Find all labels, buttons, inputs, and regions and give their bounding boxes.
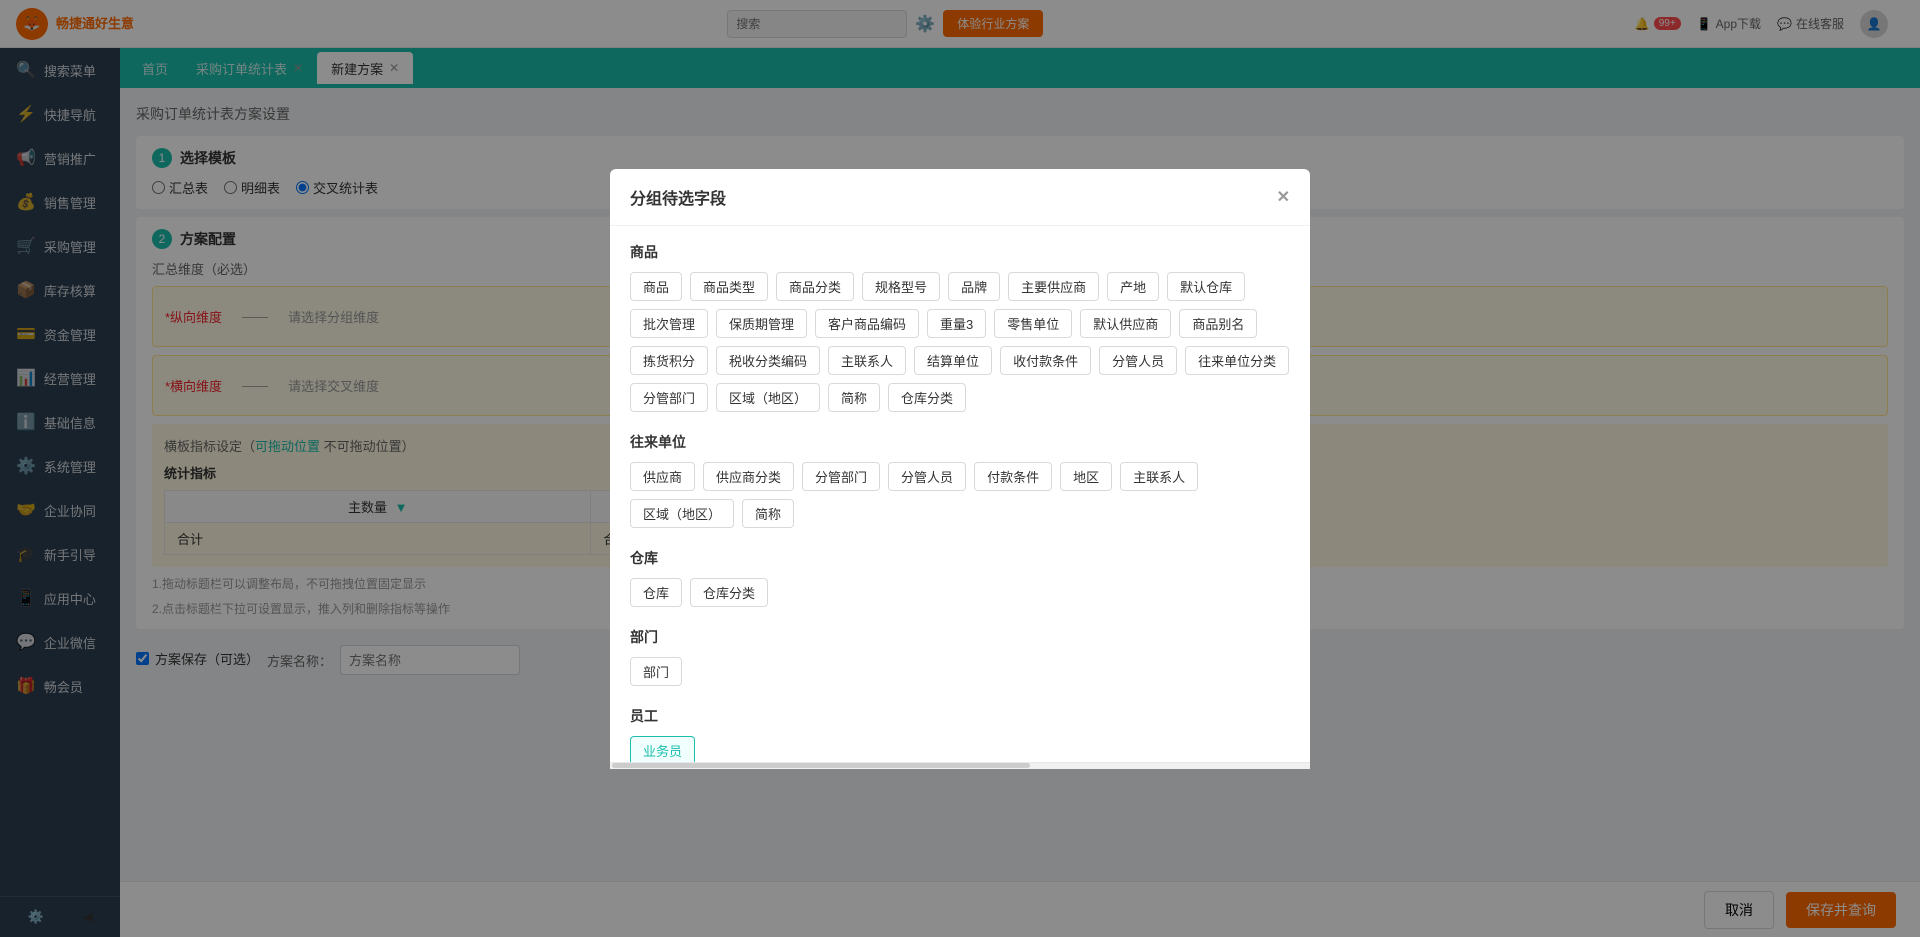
field-tag[interactable]: 地区 — [1060, 462, 1112, 491]
field-tag[interactable]: 重量3 — [927, 309, 986, 338]
field-tag[interactable]: 商品类型 — [690, 272, 768, 301]
modal-section-仓库: 仓库仓库仓库分类 — [630, 548, 1290, 607]
field-tag[interactable]: 拣货积分 — [630, 346, 708, 375]
field-tag[interactable]: 付款条件 — [974, 462, 1052, 491]
section-title: 商品 — [630, 242, 1290, 262]
field-tag[interactable]: 商品 — [630, 272, 682, 301]
modal-section-部门: 部门部门 — [630, 627, 1290, 686]
section-title: 部门 — [630, 627, 1290, 647]
field-tag[interactable]: 分管人员 — [1099, 346, 1177, 375]
modal-overlay: 分组待选字段 ✕ 商品商品商品类型商品分类规格型号品牌主要供应商产地默认仓库批次… — [0, 0, 1920, 937]
section-title: 往来单位 — [630, 432, 1290, 452]
section-title: 仓库 — [630, 548, 1290, 568]
modal-header: 分组待选字段 ✕ — [610, 169, 1310, 226]
field-tag[interactable]: 分管部门 — [802, 462, 880, 491]
field-tag[interactable]: 仓库分类 — [690, 578, 768, 607]
field-tag[interactable]: 主联系人 — [828, 346, 906, 375]
field-tags: 供应商供应商分类分管部门分管人员付款条件地区主联系人区域（地区） 简称 — [630, 462, 1290, 528]
field-tag[interactable]: 主要供应商 — [1008, 272, 1099, 301]
field-tag[interactable]: 税收分类编码 — [716, 346, 820, 375]
modal: 分组待选字段 ✕ 商品商品商品类型商品分类规格型号品牌主要供应商产地默认仓库批次… — [610, 169, 1310, 769]
modal-section-员工: 员工业务员 — [630, 706, 1290, 763]
field-tag[interactable]: 保质期管理 — [716, 309, 807, 338]
modal-hscrollbar[interactable] — [610, 762, 1310, 768]
field-tag[interactable]: 批次管理 — [630, 309, 708, 338]
field-tag[interactable]: 区域（地区） — [630, 499, 734, 528]
field-tag[interactable]: 收付款条件 — [1000, 346, 1091, 375]
field-tags: 部门 — [630, 657, 1290, 686]
field-tag[interactable]: 简称 — [742, 499, 794, 528]
modal-title: 分组待选字段 — [630, 185, 726, 209]
field-tag[interactable]: 分管人员 — [888, 462, 966, 491]
modal-close-button[interactable]: ✕ — [1277, 187, 1290, 207]
field-tag[interactable]: 商品分类 — [776, 272, 854, 301]
modal-section-商品: 商品商品商品类型商品分类规格型号品牌主要供应商产地默认仓库批次管理保质期管理客户… — [630, 242, 1290, 412]
field-tag[interactable]: 部门 — [630, 657, 682, 686]
field-tag[interactable]: 供应商分类 — [703, 462, 794, 491]
field-tag[interactable]: 零售单位 — [994, 309, 1072, 338]
field-tag[interactable]: 默认仓库 — [1167, 272, 1245, 301]
field-tag[interactable]: 往来单位分类 — [1185, 346, 1289, 375]
modal-body[interactable]: 商品商品商品类型商品分类规格型号品牌主要供应商产地默认仓库批次管理保质期管理客户… — [610, 226, 1310, 763]
field-tag[interactable]: 分管部门 — [630, 383, 708, 412]
field-tag[interactable]: 简称 — [828, 383, 880, 412]
field-tag[interactable]: 品牌 — [948, 272, 1000, 301]
field-tag[interactable]: 结算单位 — [914, 346, 992, 375]
field-tag[interactable]: 业务员 — [630, 736, 695, 763]
field-tag[interactable]: 商品别名 — [1179, 309, 1257, 338]
modal-hscroll-thumb — [612, 763, 1030, 768]
field-tag[interactable]: 仓库 — [630, 578, 682, 607]
field-tag[interactable]: 供应商 — [630, 462, 695, 491]
field-tags: 商品商品类型商品分类规格型号品牌主要供应商产地默认仓库批次管理保质期管理客户商品… — [630, 272, 1290, 412]
field-tags: 仓库仓库分类 — [630, 578, 1290, 607]
field-tag[interactable]: 区域（地区） — [716, 383, 820, 412]
field-tag[interactable]: 产地 — [1107, 272, 1159, 301]
field-tag[interactable]: 规格型号 — [862, 272, 940, 301]
field-tag[interactable]: 仓库分类 — [888, 383, 966, 412]
field-tag[interactable]: 主联系人 — [1120, 462, 1198, 491]
section-title: 员工 — [630, 706, 1290, 726]
field-tags: 业务员 — [630, 736, 1290, 763]
modal-section-往来单位: 往来单位供应商供应商分类分管部门分管人员付款条件地区主联系人区域（地区） 简称 — [630, 432, 1290, 528]
field-tag[interactable]: 客户商品编码 — [815, 309, 919, 338]
field-tag[interactable]: 默认供应商 — [1080, 309, 1171, 338]
